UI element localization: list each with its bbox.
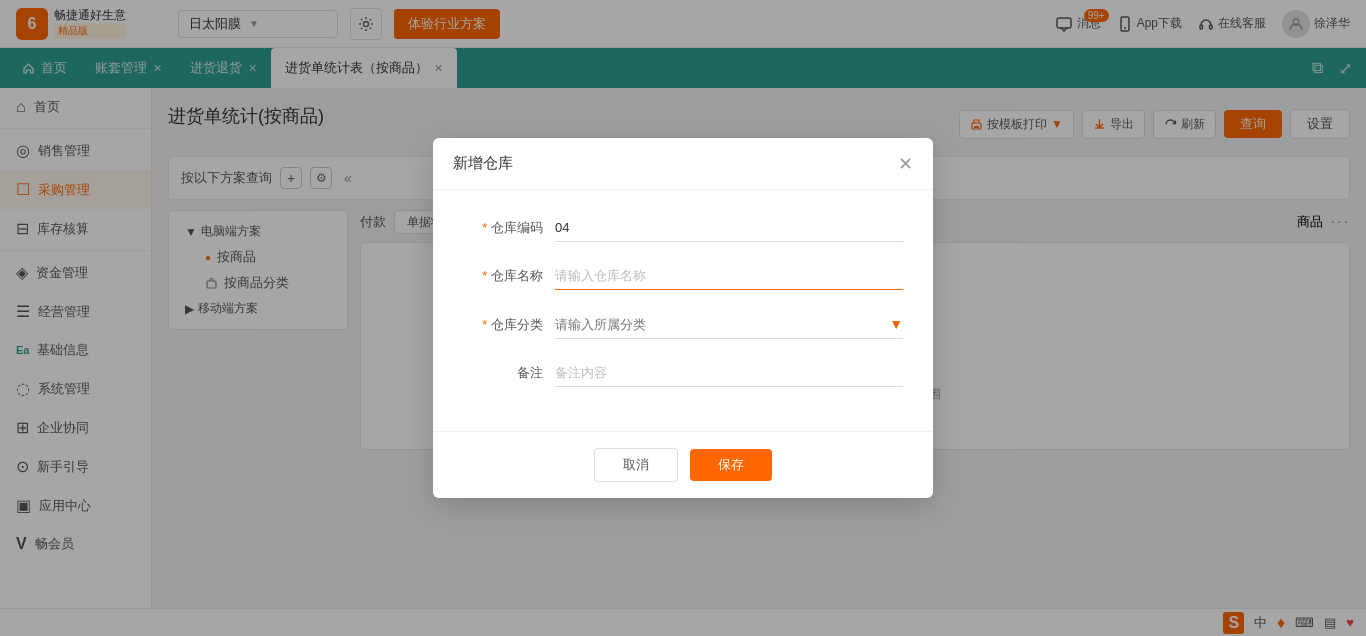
form-row-code: 仓库编码 [463, 214, 903, 242]
modal-overlay: 新增仓库 ✕ 仓库编码 仓库名称 仓库分类 ▼ [0, 0, 1366, 636]
name-input[interactable] [555, 262, 903, 290]
add-warehouse-modal: 新增仓库 ✕ 仓库编码 仓库名称 仓库分类 ▼ [433, 138, 933, 498]
note-input[interactable] [555, 359, 903, 387]
category-label: 仓库分类 [463, 316, 543, 334]
cancel-button[interactable]: 取消 [594, 448, 678, 482]
save-button[interactable]: 保存 [690, 449, 772, 481]
form-row-category: 仓库分类 ▼ [463, 310, 903, 339]
modal-footer: 取消 保存 [433, 431, 933, 498]
category-input[interactable] [555, 317, 889, 332]
note-label: 备注 [463, 364, 543, 382]
name-label: 仓库名称 [463, 267, 543, 285]
form-row-name: 仓库名称 [463, 262, 903, 290]
modal-title: 新增仓库 [453, 154, 513, 173]
category-select-wrapper[interactable]: ▼ [555, 310, 903, 339]
modal-body: 仓库编码 仓库名称 仓库分类 ▼ 备注 [433, 190, 933, 431]
form-row-note: 备注 [463, 359, 903, 387]
code-label: 仓库编码 [463, 219, 543, 237]
code-input[interactable] [555, 214, 903, 242]
modal-close-button[interactable]: ✕ [898, 155, 913, 173]
modal-header: 新增仓库 ✕ [433, 138, 933, 190]
category-arrow-icon: ▼ [889, 316, 903, 332]
